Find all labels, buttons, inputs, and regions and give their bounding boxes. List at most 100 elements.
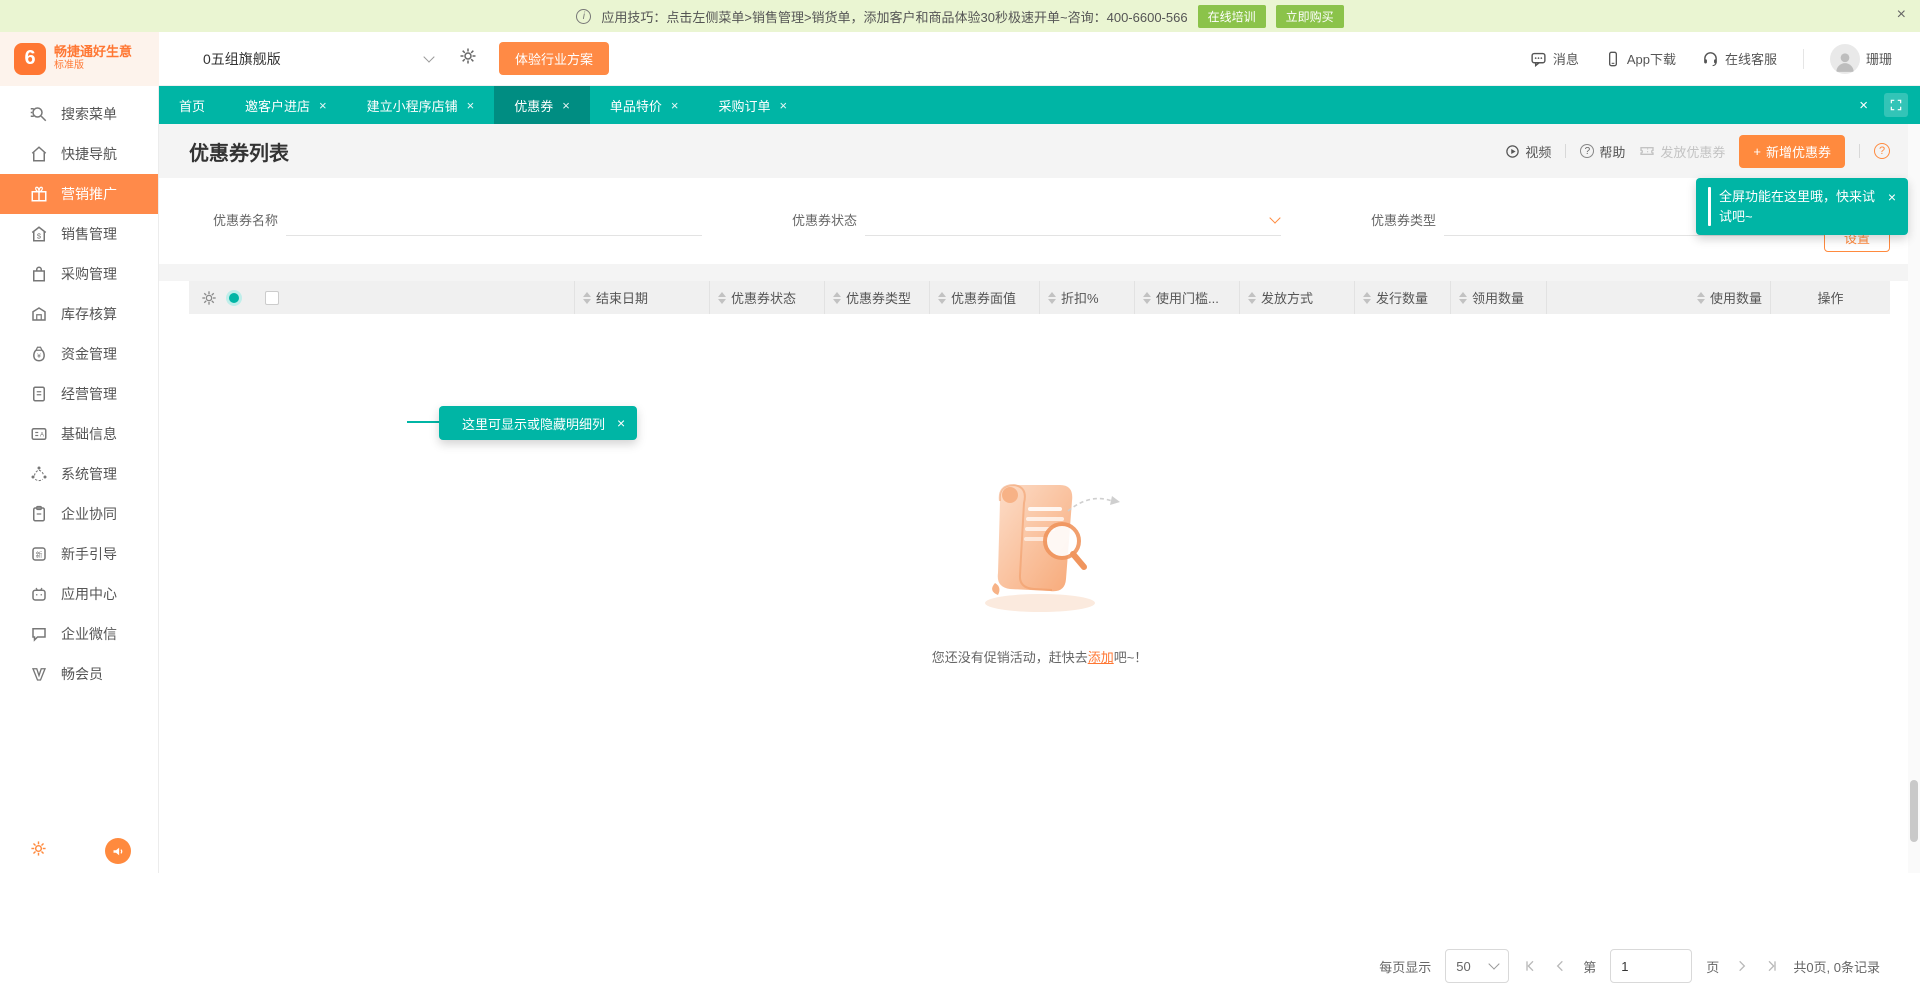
column-settings-gear-icon[interactable] [201,290,217,306]
pagination: 每页显示 50 第 页 共0页, 0条记录 [1379,949,1880,983]
tab-close-icon[interactable]: × [779,98,787,113]
tab-home[interactable]: 首页 [159,86,225,124]
sidebar-item-member[interactable]: 畅会员 [0,654,158,694]
store-selector-value: 0五组旗舰版 [203,50,281,67]
page-title-bar: 优惠券列表 视频 ? 帮助 发放优惠券 + 新增优惠券 ? [159,124,1920,178]
scrollbar-track[interactable] [1908,124,1920,873]
industry-trial-button[interactable]: 体验行业方案 [499,42,610,75]
col-threshold[interactable]: 使用门槛... [1134,281,1239,314]
filter-label: 优惠券状态 [792,213,858,228]
avatar [1829,43,1860,74]
store-selector[interactable]: 0五组旗舰版 [203,49,435,69]
video-link[interactable]: 视频 [1505,142,1551,161]
sort-icon [1143,291,1151,304]
col-coupon-status[interactable]: 优惠券状态 [709,281,824,314]
send-coupon-button[interactable]: 发放优惠券 [1639,142,1725,161]
phone-icon [1605,51,1621,67]
help-link[interactable]: ? 帮助 [1580,142,1625,161]
notification-text: 应用技巧：点击左侧菜单>销售管理>销货单，添加客户和商品体验30秒极速开单~咨询… [601,9,1188,25]
sidebar-item-sales[interactable]: 销售管理 [0,214,158,254]
sort-icon [1248,291,1256,304]
scrollbar-thumb[interactable] [1910,780,1918,842]
brand-edition: 标准版 [54,60,84,72]
sidebar-item-system[interactable]: 系统管理 [0,454,158,494]
sidebar-collapse-button[interactable] [105,838,131,864]
buy-now-button[interactable]: 立即购买 [1275,4,1344,28]
divider [1859,144,1860,158]
tab-close-icon[interactable]: × [671,98,679,113]
per-page-select[interactable]: 50 [1445,949,1510,983]
fullscreen-icon[interactable] [1884,93,1908,117]
sort-icon [1696,291,1705,304]
app-header: 6 畅捷通好生意 标准版 0五组旗舰版 体验行业方案 消息 App下载 在线客服… [0,31,1920,86]
sidebar-item-search-menu[interactable]: 搜索菜单 [0,94,158,134]
filter-label: 优惠券类型 [1371,213,1437,228]
guide-icon [30,545,48,563]
select-all-checkbox[interactable] [265,290,279,305]
first-page-button[interactable] [1523,958,1539,974]
sidebar: 搜索菜单 快捷导航 营销推广 销售管理 采购管理 库存核算 资金管理 经营管理 … [0,86,159,873]
col-claimed-qty[interactable]: 领用数量 [1450,281,1546,314]
filter-label: 优惠券名称 [213,213,279,228]
page-number-input[interactable] [1621,958,1682,974]
sidebar-settings-gear-icon[interactable] [30,840,47,862]
tooltip-close-icon[interactable]: × [617,415,625,431]
tooltip-close-icon[interactable]: × [1888,187,1896,226]
sidebar-item-wecom[interactable]: 企业微信 [0,614,158,654]
tab-item-special-price[interactable]: 单品特价 × [590,86,699,124]
online-training-button[interactable]: 在线培训 [1197,4,1266,28]
online-support-button[interactable]: 在线客服 [1702,49,1777,68]
col-distribution[interactable]: 发放方式 [1239,281,1354,314]
sidebar-item-purchase[interactable]: 采购管理 [0,254,158,294]
notification-bar: i 应用技巧：点击左侧菜单>销售管理>销货单，添加客户和商品体验30秒极速开单~… [0,0,1920,32]
user-menu[interactable]: 珊珊 [1829,43,1892,74]
app-center-icon [30,585,48,603]
col-issued-qty[interactable]: 发行数量 [1354,281,1450,314]
sidebar-item-beginner-guide[interactable]: 新手引导 [0,534,158,574]
sidebar-item-marketing[interactable]: 营销推广 [0,174,158,214]
filter-coupon-status: 优惠券状态 [792,206,1281,236]
empty-illustration [984,483,1120,612]
chevron-down-icon [1488,958,1500,970]
col-discount[interactable]: 折扣% [1039,281,1134,314]
sidebar-item-operations[interactable]: 经营管理 [0,374,158,414]
sidebar-item-app-center[interactable]: 应用中心 [0,574,158,614]
question-icon: ? [1580,144,1595,158]
coupon-status-select[interactable] [865,206,1281,236]
messages-button[interactable]: 消息 [1530,49,1579,68]
col-end-date[interactable]: 结束日期 [574,281,709,314]
notification-close-icon[interactable]: × [1897,6,1906,24]
sidebar-item-collaboration[interactable]: 企业协同 [0,494,158,534]
new-coupon-button[interactable]: + 新增优惠券 [1739,134,1845,168]
tab-coupon[interactable]: 优惠券 × [494,86,590,124]
search-icon [30,105,48,123]
tab-purchase-order[interactable]: 采购订单 × [698,86,807,124]
page-input-box [1610,949,1693,983]
sidebar-item-funds[interactable]: 资金管理 [0,334,158,374]
coupon-name-input[interactable] [286,206,702,236]
header-settings-gear-icon[interactable] [459,47,477,70]
col-used-qty[interactable]: 使用数量 [1546,281,1770,314]
tab-invite-customers[interactable]: 邀客户进店 × [225,86,347,124]
chevron-down-icon [423,50,435,63]
divider [1565,144,1567,158]
last-page-button[interactable] [1763,958,1779,974]
tab-close-icon[interactable]: × [467,98,475,113]
tab-mini-program-shop[interactable]: 建立小程序店铺 × [347,86,495,124]
sort-icon [833,291,841,304]
next-page-button[interactable] [1733,958,1749,974]
app-download-button[interactable]: App下载 [1605,49,1676,68]
prev-page-button[interactable] [1553,958,1569,974]
member-icon [30,665,48,683]
close-all-tabs-icon[interactable]: × [1859,97,1868,114]
tab-close-icon[interactable]: × [319,98,327,113]
add-coupon-link[interactable]: 添加 [1088,650,1114,665]
sidebar-item-inventory[interactable]: 库存核算 [0,294,158,334]
sort-icon [1048,291,1056,304]
tab-close-icon[interactable]: × [562,98,570,113]
page-help-circle-icon[interactable]: ? [1874,143,1890,159]
col-coupon-value[interactable]: 优惠券面值 [929,281,1039,314]
sidebar-item-quick-nav[interactable]: 快捷导航 [0,134,158,174]
sidebar-item-base-info[interactable]: 基础信息 [0,414,158,454]
col-coupon-type[interactable]: 优惠券类型 [824,281,929,314]
